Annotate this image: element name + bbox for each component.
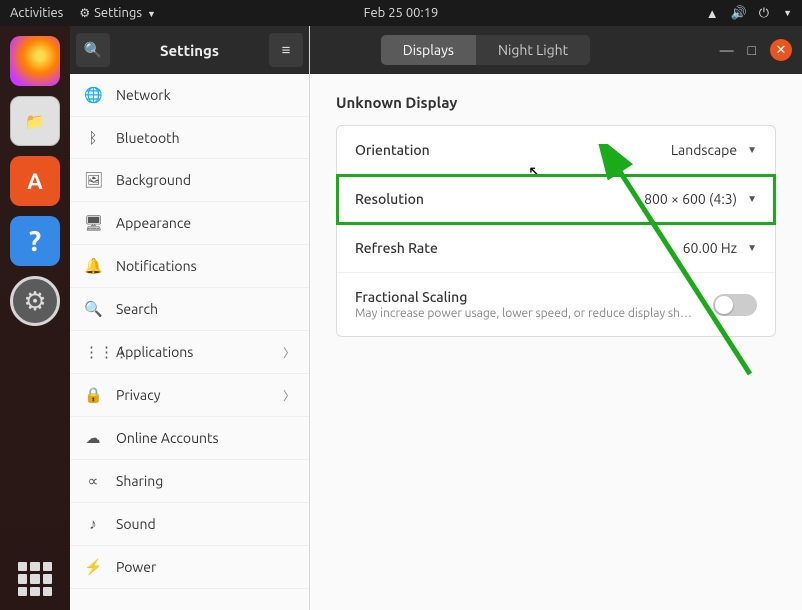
sidebar-item-applications[interactable]: ⋮⋮⋮ Applications 〉 — [70, 331, 309, 374]
grid-icon: ⋮⋮⋮ — [84, 343, 102, 361]
window-close-button[interactable]: ✕ — [770, 39, 792, 61]
sidebar-item-label: Sharing — [116, 473, 295, 489]
settings-sidebar: 🔍 Settings ≡ 🌐 Network ᛒ Bluetooth 🖼 Backgr… — [70, 26, 310, 610]
search-icon: 🔍 — [84, 300, 102, 318]
dock-firefox[interactable] — [10, 36, 60, 86]
window-minimize-button[interactable]: — — [720, 42, 734, 58]
dock: 📁 A ? ⚙ — [0, 26, 70, 610]
sidebar-item-label: Search — [116, 301, 295, 317]
dock-help[interactable]: ? — [10, 216, 60, 266]
display-name-heading: Unknown Display — [336, 94, 776, 111]
dock-settings[interactable]: ⚙ — [10, 276, 60, 326]
orientation-value: Landscape — [671, 142, 737, 158]
header-tabs: Displays Night Light — [381, 35, 591, 65]
show-applications-button[interactable] — [18, 562, 52, 596]
sidebar-item-background[interactable]: 🖼 Background — [70, 159, 309, 202]
fractional-scaling-row: Fractional Scaling May increase power us… — [337, 273, 775, 336]
sidebar-item-notifications[interactable]: 🔔 Notifications — [70, 245, 309, 288]
bluetooth-icon: ᛒ — [84, 129, 102, 146]
settings-window: 🔍 Settings ≡ 🌐 Network ᛒ Bluetooth 🖼 Backgr… — [70, 26, 802, 610]
orientation-row[interactable]: Orientation Landscape ▼ — [337, 126, 775, 175]
sidebar-header: 🔍 Settings ≡ — [70, 26, 309, 74]
chevron-right-icon: 〉 — [283, 344, 295, 361]
sidebar-item-label: Power — [116, 559, 295, 575]
power-icon: ⚡ — [84, 558, 102, 576]
search-icon: 🔍 — [84, 41, 103, 59]
fractional-scaling-toggle[interactable] — [713, 294, 757, 316]
tab-displays[interactable]: Displays — [381, 35, 476, 65]
globe-icon: 🌐 — [84, 86, 102, 104]
menu-icon: ≡ — [282, 41, 291, 59]
background-icon: 🖼 — [84, 171, 102, 189]
top-panel: Activities Settings ▼ Feb 25 00:19 ▲ 🔊 ⏻… — [0, 0, 802, 26]
sidebar-item-label: Notifications — [116, 258, 295, 274]
sidebar-item-bluetooth[interactable]: ᛒ Bluetooth — [70, 117, 309, 159]
appmenu-button[interactable]: Settings ▼ — [79, 6, 156, 20]
activities-button[interactable]: Activities — [10, 6, 63, 20]
window-maximize-button[interactable]: □ — [748, 42, 756, 58]
music-icon: ♪ — [84, 515, 102, 533]
resolution-value: 800 × 600 (4:3) — [644, 191, 737, 207]
hamburger-menu-button[interactable]: ≡ — [269, 33, 303, 67]
system-menu-chevron-icon[interactable]: ▼ — [783, 8, 792, 18]
sidebar-list: 🌐 Network ᛒ Bluetooth 🖼 Background 🖥 Appeara… — [70, 74, 309, 610]
dock-files[interactable]: 📁 — [10, 96, 60, 146]
resolution-row[interactable]: Resolution 800 × 600 (4:3) ▼ — [337, 175, 775, 224]
sidebar-item-appearance[interactable]: 🖥 Appearance — [70, 202, 309, 245]
sidebar-title: Settings — [114, 42, 265, 59]
tab-night-light[interactable]: Night Light — [476, 35, 590, 65]
power-icon[interactable]: ⏻ — [759, 6, 769, 21]
volume-icon[interactable]: 🔊 — [731, 6, 747, 21]
search-button[interactable]: 🔍 — [76, 33, 110, 67]
sidebar-item-power[interactable]: ⚡ Power — [70, 546, 309, 589]
chevron-down-icon: ▼ — [747, 144, 757, 156]
row-label: Refresh Rate — [355, 240, 438, 256]
sidebar-item-label: Privacy — [116, 387, 269, 403]
clock[interactable]: Feb 25 00:19 — [364, 6, 439, 20]
appearance-icon: 🖥 — [84, 214, 102, 232]
share-icon: ∝ — [84, 472, 102, 490]
sidebar-item-label: Sound — [116, 516, 295, 532]
refresh-rate-value: 60.00 Hz — [683, 240, 737, 256]
display-settings-panel: Orientation Landscape ▼ Resolution 800 ×… — [336, 125, 776, 337]
bell-icon: 🔔 — [84, 257, 102, 275]
sidebar-item-online-accounts[interactable]: ☁ Online Accounts — [70, 417, 309, 460]
content-pane: Displays Night Light — □ ✕ Unknown Displ… — [310, 26, 802, 610]
sidebar-item-label: Appearance — [116, 215, 295, 231]
content-header: Displays Night Light — □ ✕ — [310, 26, 802, 74]
chevron-right-icon: 〉 — [283, 387, 295, 404]
sidebar-item-label: Bluetooth — [116, 130, 295, 146]
sidebar-item-search[interactable]: 🔍 Search — [70, 288, 309, 331]
chevron-down-icon: ▼ — [747, 242, 757, 254]
row-label: Fractional Scaling — [355, 289, 695, 305]
sidebar-item-label: Applications — [116, 344, 269, 360]
dock-software[interactable]: A — [10, 156, 60, 206]
chevron-down-icon: ▼ — [747, 193, 757, 205]
displays-panel: Unknown Display Orientation Landscape ▼ … — [310, 74, 802, 610]
row-label: Resolution — [355, 191, 424, 207]
row-subtitle: May increase power usage, lower speed, o… — [355, 307, 695, 320]
lock-icon: 🔒 — [84, 386, 102, 404]
sidebar-item-network[interactable]: 🌐 Network — [70, 74, 309, 117]
sidebar-item-privacy[interactable]: 🔒 Privacy 〉 — [70, 374, 309, 417]
sidebar-item-label: Online Accounts — [116, 430, 295, 446]
refresh-rate-row[interactable]: Refresh Rate 60.00 Hz ▼ — [337, 224, 775, 273]
sidebar-item-label: Background — [116, 172, 295, 188]
cloud-icon: ☁ — [84, 429, 102, 447]
sidebar-item-sound[interactable]: ♪ Sound — [70, 503, 309, 546]
sidebar-item-label: Network — [116, 87, 295, 103]
sidebar-item-sharing[interactable]: ∝ Sharing — [70, 460, 309, 503]
network-indicator-icon[interactable]: ▲ — [706, 6, 719, 21]
row-label: Orientation — [355, 142, 430, 158]
